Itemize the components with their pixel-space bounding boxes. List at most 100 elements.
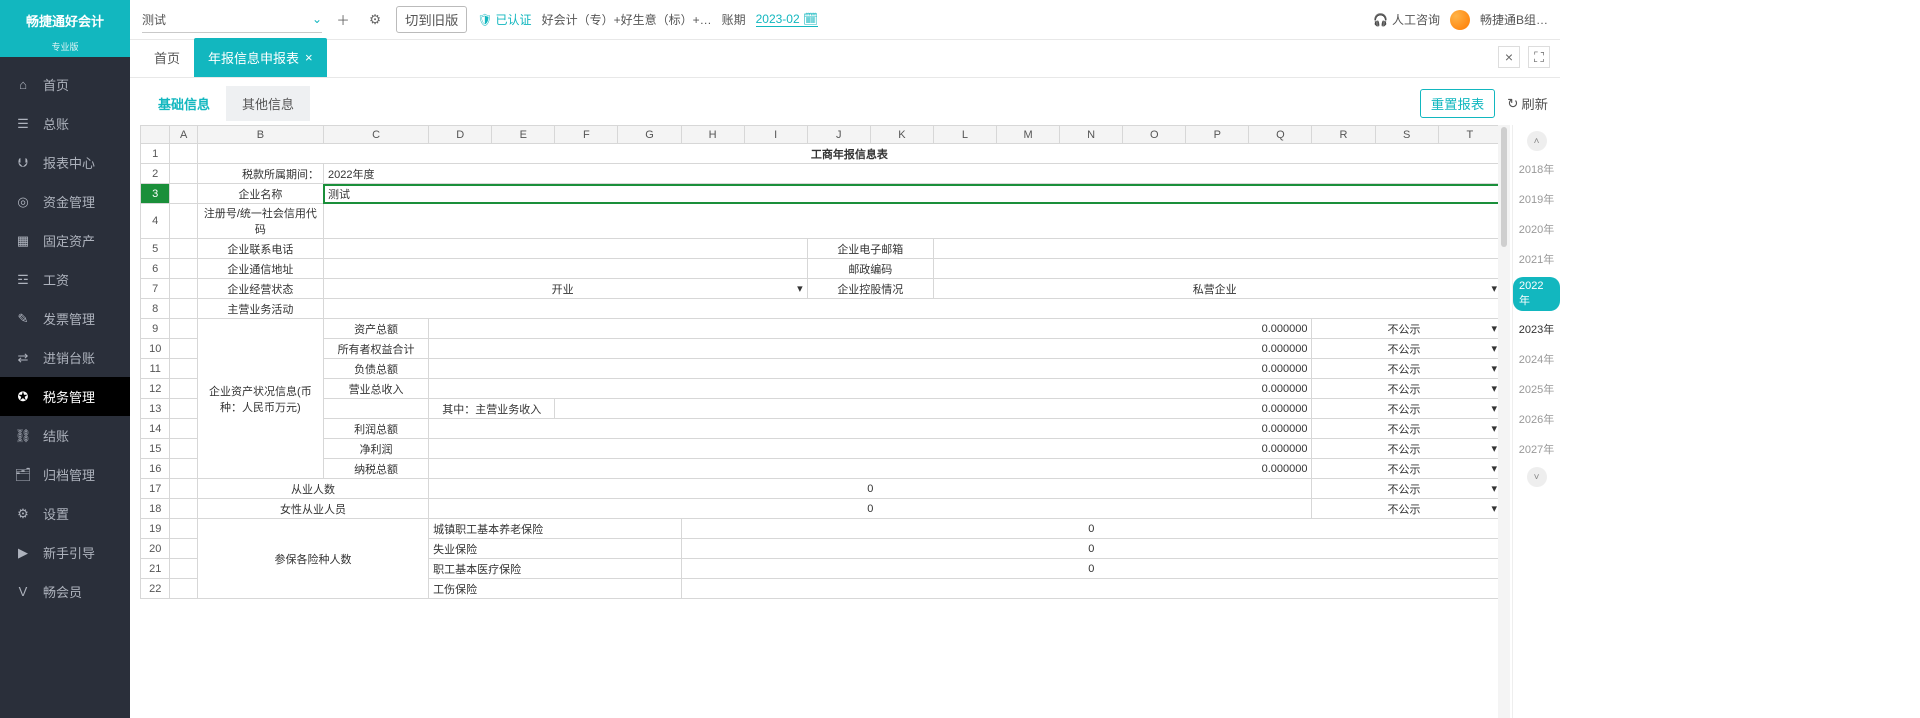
disclosure-select[interactable]: 不公示▾ [1312,439,1502,459]
phone-cell[interactable] [323,239,807,259]
col-N[interactable]: N [1060,126,1123,144]
row-19[interactable]: 19 [141,519,170,539]
row-12[interactable]: 12 [141,379,170,399]
row-5[interactable]: 5 [141,239,170,259]
disclosure-select[interactable]: 不公示▾ [1312,499,1502,519]
col-R[interactable]: R [1312,126,1375,144]
year-2018[interactable]: 2018年 [1517,157,1556,181]
row-4[interactable]: 4 [141,204,170,239]
ins-value[interactable]: 0 [681,559,1501,579]
asset-value[interactable]: 0.000000 [555,399,1312,419]
col-M[interactable]: M [997,126,1060,144]
row-6[interactable]: 6 [141,259,170,279]
col-S[interactable]: S [1375,126,1438,144]
disclosure-select[interactable]: 不公示▾ [1312,399,1502,419]
row-1[interactable]: 1 [141,144,170,164]
disclosure-select[interactable]: 不公示▾ [1312,319,1502,339]
nav-settings[interactable]: ⚙设置 [0,494,130,533]
company-settings-button[interactable]: ⚙ [364,9,386,31]
tab-annual-report[interactable]: 年报信息申报表 × [194,38,327,77]
row-18[interactable]: 18 [141,499,170,519]
nav-ledger[interactable]: ☰总账 [0,104,130,143]
support-link[interactable]: 🎧人工咨询 [1373,11,1440,28]
disclosure-select[interactable]: 不公示▾ [1312,379,1502,399]
row-20[interactable]: 20 [141,539,170,559]
row-3[interactable]: 3 [141,184,170,204]
ins-value[interactable]: 0 [681,539,1501,559]
disclosure-select[interactable]: 不公示▾ [1312,359,1502,379]
year-2024[interactable]: 2024年 [1517,347,1556,371]
row-22[interactable]: 22 [141,579,170,599]
year-2023[interactable]: 2023年 [1517,317,1556,341]
col-T[interactable]: T [1438,126,1501,144]
col-Q[interactable]: Q [1249,126,1312,144]
avatar[interactable] [1450,10,1470,30]
nav-guide[interactable]: ▶新手引导 [0,533,130,572]
nav-funds[interactable]: ◎资金管理 [0,182,130,221]
disclosure-select[interactable]: 不公示▾ [1312,479,1502,499]
nav-invoice[interactable]: ✎发票管理 [0,299,130,338]
row-16[interactable]: 16 [141,459,170,479]
zip-cell[interactable] [933,259,1501,279]
nav-close[interactable]: ⛓结账 [0,416,130,455]
nav-vip[interactable]: V畅会员 [0,572,130,611]
col-L[interactable]: L [933,126,996,144]
ins-value[interactable]: 0 [681,519,1501,539]
col-J[interactable]: J [807,126,870,144]
row-21[interactable]: 21 [141,559,170,579]
col-F[interactable]: F [555,126,618,144]
year-down-button[interactable]: ˅ [1527,467,1547,487]
asset-value[interactable]: 0.000000 [429,359,1312,379]
sheet-scroll[interactable]: A B C D E F G H I J K L M [130,125,1512,718]
row-11[interactable]: 11 [141,359,170,379]
row-14[interactable]: 14 [141,419,170,439]
fullscreen-button[interactable]: ⛶ [1528,46,1550,68]
asset-value[interactable]: 0.000000 [429,459,1312,479]
switch-old-button[interactable]: 切到旧版 [396,6,467,33]
col-O[interactable]: O [1123,126,1186,144]
row-15[interactable]: 15 [141,439,170,459]
nav-archive[interactable]: 🗂归档管理 [0,455,130,494]
addr-cell[interactable] [323,259,807,279]
row-10[interactable]: 10 [141,339,170,359]
row-13[interactable]: 13 [141,399,170,419]
corner-cell[interactable] [141,126,170,144]
nav-stock[interactable]: ⇄进销台账 [0,338,130,377]
col-K[interactable]: K [870,126,933,144]
nav-home[interactable]: ⌂首页 [0,65,130,104]
col-A[interactable]: A [170,126,197,144]
asset-value[interactable]: 0.000000 [429,319,1312,339]
col-D[interactable]: D [429,126,492,144]
year-up-button[interactable]: ˄ [1527,131,1547,151]
year-2019[interactable]: 2019年 [1517,187,1556,211]
col-E[interactable]: E [492,126,555,144]
nav-salary[interactable]: ☲工资 [0,260,130,299]
col-I[interactable]: I [744,126,807,144]
year-2026[interactable]: 2026年 [1517,407,1556,431]
nav-assets[interactable]: ▦固定资产 [0,221,130,260]
year-2022[interactable]: 2022年 [1513,277,1560,311]
col-C[interactable]: C [323,126,428,144]
refresh-button[interactable]: ↻刷新 [1507,94,1548,113]
disclosure-select[interactable]: 不公示▾ [1312,419,1502,439]
subtab-other[interactable]: 其他信息 [226,86,310,121]
vertical-scrollbar[interactable] [1498,125,1510,718]
col-P[interactable]: P [1186,126,1249,144]
ins-value[interactable] [681,579,1501,599]
asset-value[interactable]: 0.000000 [429,339,1312,359]
status-select[interactable]: 开业▾ [323,279,807,299]
period-selector[interactable]: 2023-02 🗓 [756,12,819,27]
row-2[interactable]: 2 [141,164,170,184]
close-icon[interactable]: × [305,50,313,65]
nav-reports[interactable]: ⮋报表中心 [0,143,130,182]
tab-home[interactable]: 首页 [140,38,194,77]
subtab-basic[interactable]: 基础信息 [142,86,226,121]
company-name-cell[interactable]: 测试 [323,184,1501,204]
reset-report-button[interactable]: 重置报表 [1420,89,1495,118]
row-9[interactable]: 9 [141,319,170,339]
reg-no-cell[interactable] [323,204,1501,239]
female-employees-value[interactable]: 0 [429,499,1312,519]
row-7[interactable]: 7 [141,279,170,299]
employees-value[interactable]: 0 [429,479,1312,499]
row-8[interactable]: 8 [141,299,170,319]
